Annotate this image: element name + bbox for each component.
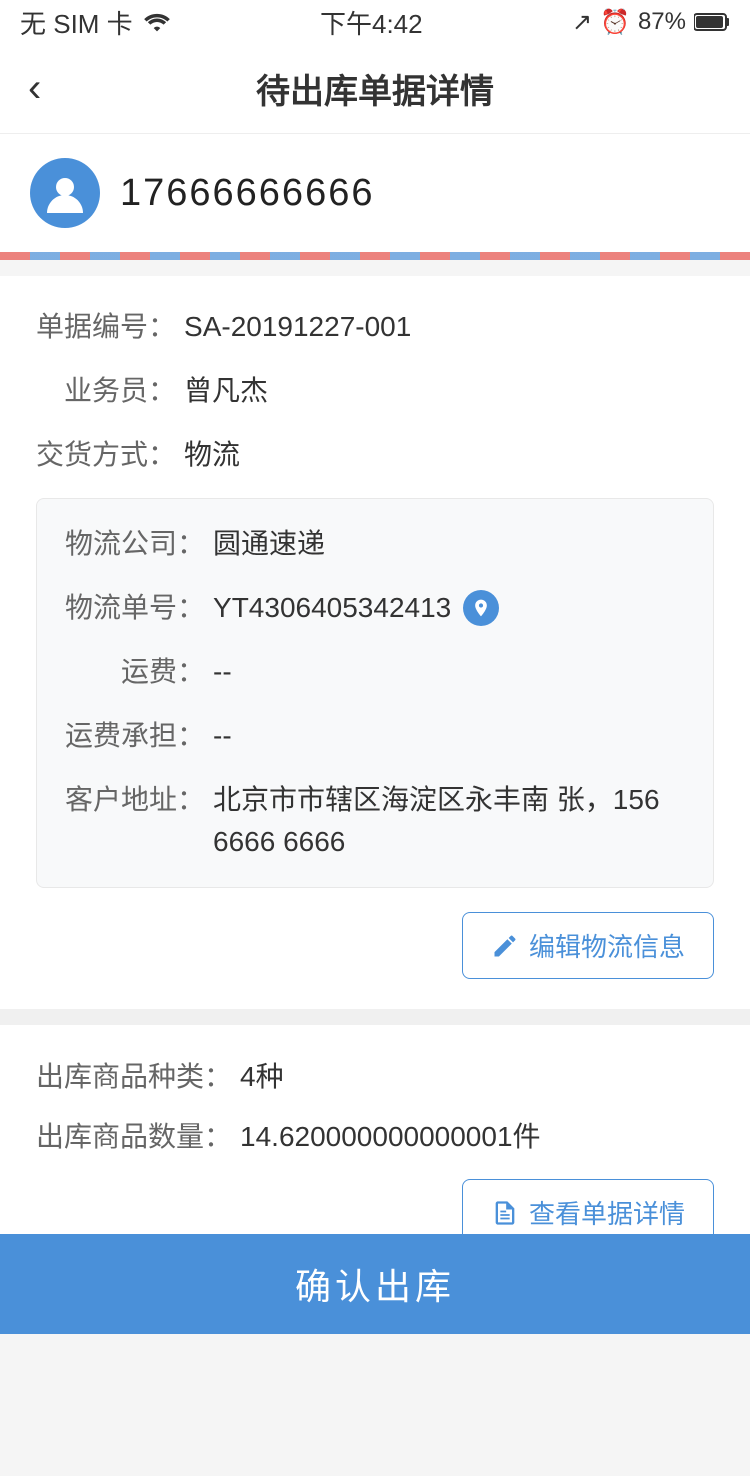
- status-bar: 无 SIM 卡 下午4:42 ↗ ⏰ 87%: [0, 0, 750, 44]
- back-button[interactable]: ‹: [28, 66, 41, 111]
- order-no-row: 单据编号： SA-20191227-001: [36, 306, 714, 348]
- freight-bearer-value: --: [213, 715, 685, 757]
- avatar: [30, 158, 100, 228]
- battery-text: 87%: [638, 8, 686, 36]
- freight-row: 运费： --: [65, 651, 685, 693]
- salesperson-label: 业务员：: [36, 370, 184, 412]
- goods-quantity-row: 出库商品数量： 14.620000000000001件: [36, 1115, 714, 1155]
- goods-quantity-value: 14.620000000000001件: [240, 1115, 541, 1155]
- logistics-company-label: 物流公司：: [65, 523, 213, 565]
- address-row: 客户地址： 北京市市辖区海淀区永丰南 张，156 6666 6666: [65, 779, 685, 863]
- location-status-icon: ↗: [572, 8, 592, 37]
- address-value: 北京市市辖区海淀区永丰南 张，156 6666 6666: [213, 779, 685, 863]
- status-left: 无 SIM 卡: [20, 4, 171, 41]
- user-icon: [43, 171, 87, 215]
- carrier-text: 无 SIM 卡: [20, 4, 133, 41]
- status-time: 下午4:42: [320, 4, 423, 41]
- delivery-method-value: 物流: [184, 434, 714, 476]
- track-location-button[interactable]: [463, 590, 499, 626]
- edit-logistics-label: 编辑物流信息: [529, 927, 685, 964]
- goods-quantity-label: 出库商品数量：: [36, 1115, 240, 1155]
- page-title: 待出库单据详情: [256, 64, 494, 113]
- freight-value: --: [213, 651, 685, 693]
- edit-icon: [491, 932, 519, 960]
- map-pin-icon: [471, 598, 491, 618]
- order-no-value: SA-20191227-001: [184, 306, 714, 348]
- delivery-method-row: 交货方式： 物流: [36, 434, 714, 476]
- nav-bar: ‹ 待出库单据详情: [0, 44, 750, 134]
- logistics-box: 物流公司： 圆通速递 物流单号： YT43064053424​13 运费： --…: [36, 498, 714, 888]
- salesperson-value: 曾凡杰: [184, 370, 714, 412]
- confirm-button-label: 确认出库: [295, 1258, 455, 1310]
- goods-type-value: 4种: [240, 1055, 284, 1095]
- section-divider: [0, 1009, 750, 1025]
- color-divider: [0, 252, 750, 260]
- customer-phone: 17666666666: [120, 172, 374, 215]
- view-detail-label: 查看单据详情: [529, 1194, 685, 1231]
- logistics-company-value: 圆通速递: [213, 523, 685, 565]
- salesperson-row: 业务员： 曾凡杰: [36, 370, 714, 412]
- goods-type-row: 出库商品种类： 4种: [36, 1055, 714, 1095]
- customer-header: 17666666666: [0, 134, 750, 252]
- tracking-no-row: 物流单号： YT43064053424​13: [65, 587, 685, 629]
- edit-logistics-row: 编辑物流信息: [36, 912, 714, 979]
- edit-logistics-button[interactable]: 编辑物流信息: [462, 912, 714, 979]
- wifi-icon: [143, 12, 171, 32]
- tracking-no-label: 物流单号：: [65, 587, 213, 629]
- address-label: 客户地址：: [65, 779, 213, 821]
- freight-bearer-label: 运费承担：: [65, 715, 213, 757]
- order-no-label: 单据编号：: [36, 306, 184, 348]
- logistics-company-row: 物流公司： 圆通速递: [65, 523, 685, 565]
- status-right: ↗ ⏰ 87%: [572, 8, 730, 37]
- goods-type-label: 出库商品种类：: [36, 1055, 240, 1095]
- confirm-button-bar[interactable]: 确认出库: [0, 1234, 750, 1334]
- alarm-icon: ⏰: [600, 8, 630, 37]
- battery-icon: [694, 13, 730, 31]
- freight-label: 运费：: [65, 651, 213, 693]
- document-icon: [491, 1199, 519, 1227]
- delivery-method-label: 交货方式：: [36, 434, 184, 476]
- tracking-no-value: YT43064053424​13: [213, 587, 685, 629]
- basic-info-section: 单据编号： SA-20191227-001 业务员： 曾凡杰 交货方式： 物流 …: [0, 276, 750, 1009]
- freight-bearer-row: 运费承担： --: [65, 715, 685, 757]
